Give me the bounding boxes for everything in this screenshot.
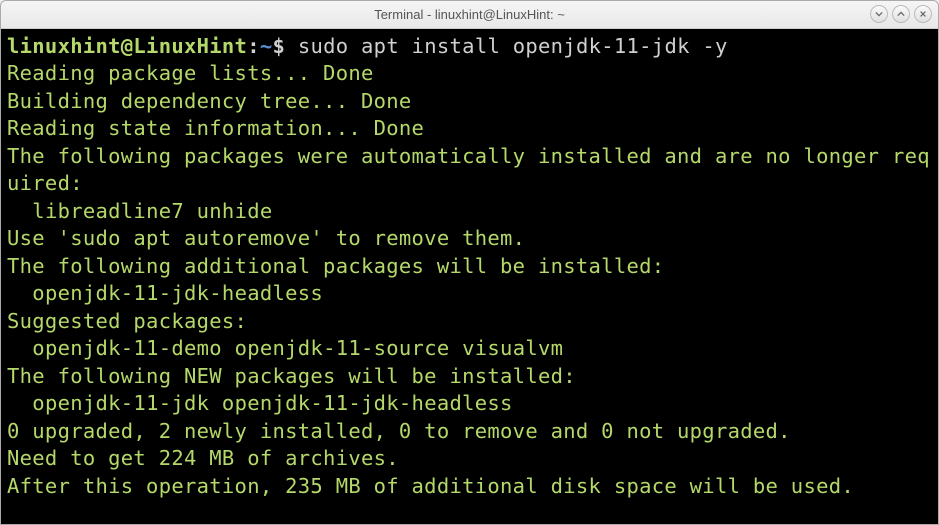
minimize-button[interactable] <box>870 5 888 23</box>
prompt-dollar: $ <box>273 34 286 58</box>
command-text: sudo apt install openjdk-11-jdk -y <box>298 34 728 58</box>
titlebar: Terminal - linuxhint@LinuxHint: ~ <box>1 1 938 29</box>
prompt-user-host: linuxhint@LinuxHint <box>7 34 247 58</box>
output-line: The following additional packages will b… <box>7 254 664 278</box>
output-line: The following NEW packages will be insta… <box>7 364 576 388</box>
window-controls <box>870 5 932 23</box>
window-title: Terminal - linuxhint@LinuxHint: ~ <box>374 7 565 22</box>
terminal-body[interactable]: linuxhint@LinuxHint:~$ sudo apt install … <box>1 29 938 524</box>
output-line: openjdk-11-demo openjdk-11-source visual… <box>7 336 563 360</box>
terminal-window: Terminal - linuxhint@LinuxHint: ~ linuxh… <box>0 0 939 525</box>
output-line: Reading state information... Done <box>7 116 424 140</box>
output-line: Suggested packages: <box>7 309 247 333</box>
output-line: 0 upgraded, 2 newly installed, 0 to remo… <box>7 419 791 443</box>
output-line: openjdk-11-jdk openjdk-11-jdk-headless <box>7 391 513 415</box>
prompt-path: ~ <box>260 34 273 58</box>
chevron-up-icon <box>897 10 905 18</box>
output-line: After this operation, 235 MB of addition… <box>7 474 854 498</box>
maximize-button[interactable] <box>892 5 910 23</box>
close-button[interactable] <box>914 5 932 23</box>
close-icon <box>919 10 927 18</box>
output-line: Use 'sudo apt autoremove' to remove them… <box>7 226 525 250</box>
output-line: The following packages were automaticall… <box>7 144 930 195</box>
output-line: Need to get 224 MB of archives. <box>7 446 399 470</box>
output-line: libreadline7 unhide <box>7 199 273 223</box>
prompt-colon: : <box>247 34 260 58</box>
output-line: Reading package lists... Done <box>7 61 374 85</box>
output-line: openjdk-11-jdk-headless <box>7 281 323 305</box>
chevron-down-icon <box>875 10 883 18</box>
output-line: Building dependency tree... Done <box>7 89 412 113</box>
